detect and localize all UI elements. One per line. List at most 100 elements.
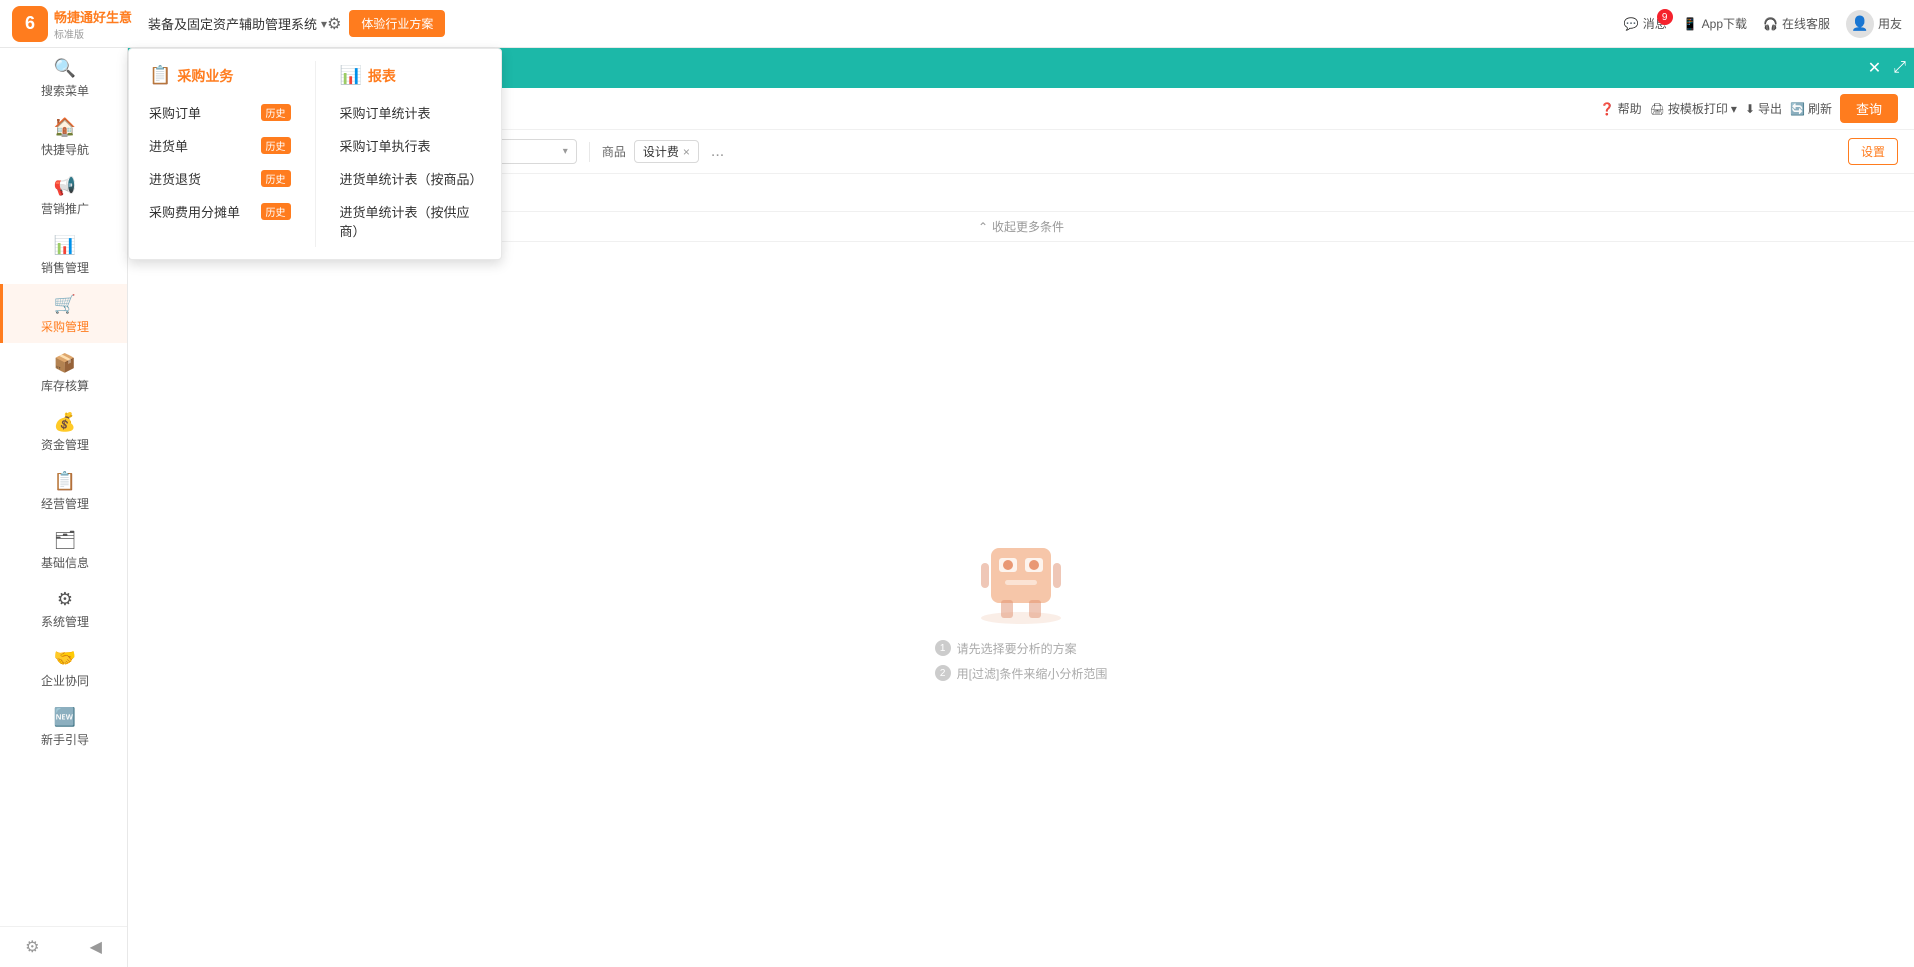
headset-icon: 🎧	[1763, 17, 1778, 31]
goods-dots[interactable]: ...	[711, 143, 724, 161]
app-download-btn[interactable]: 📱 App下载	[1683, 15, 1747, 32]
sidebar-label-inventory: 库存核算	[41, 377, 89, 394]
app-download-label: App下载	[1702, 15, 1747, 32]
refresh-label: 刷新	[1808, 100, 1832, 117]
message-btn[interactable]: 💬 消息 9	[1624, 15, 1667, 32]
sidebar-label-system: 系统管理	[41, 613, 89, 630]
sidebar-item-enterprise[interactable]: 🤝 企业协同	[0, 638, 127, 697]
set-btn[interactable]: 设置	[1848, 138, 1898, 165]
sidebar-label-sales: 销售管理	[41, 259, 89, 276]
refresh-btn[interactable]: 🔄 刷新	[1790, 100, 1832, 117]
step-2-dot: 2	[935, 665, 951, 681]
collapse-label: 收起更多条件	[992, 218, 1064, 235]
logo-icon: 6	[12, 6, 48, 42]
menu-section-purchase-label: 采购业务	[177, 66, 233, 86]
sidebar-item-basic-info[interactable]: 🗂 基础信息	[0, 520, 127, 579]
menu-item-order-stat[interactable]: 采购订单统计表	[332, 96, 490, 129]
sales-icon: 📊	[54, 235, 76, 256]
menu-item-receipt-stat-supplier[interactable]: 进货单统计表（按供应商）	[332, 195, 490, 247]
sidebar-label-enterprise: 企业协同	[41, 672, 89, 689]
query-actions: 设置	[1848, 138, 1898, 165]
sidebar-item-inventory[interactable]: 📦 库存核算	[0, 343, 127, 402]
sidebar-item-marketing[interactable]: 📢 营销推广	[0, 166, 127, 225]
order-stat-label: 采购订单统计表	[340, 103, 482, 122]
sidebar-item-finance[interactable]: 💰 资金管理	[0, 402, 127, 461]
collapse-btn[interactable]: ⌃ 收起更多条件	[978, 218, 1064, 235]
purchase-receipt-label: 进货单	[149, 136, 255, 155]
search-icon: 🔍	[54, 58, 76, 79]
sidebar-item-purchase[interactable]: 🛒 采购管理	[0, 284, 127, 343]
settings-icon-btn[interactable]: ⚙	[327, 14, 341, 34]
help-btn[interactable]: ❓ 帮助	[1600, 100, 1642, 117]
voucher-status-arrow: ▾	[563, 146, 568, 157]
receipt-stat-supplier-label: 进货单统计表（按供应商）	[340, 202, 482, 240]
query-btn[interactable]: 查询	[1840, 94, 1898, 123]
tab-window-close-btn[interactable]: ✕	[1868, 58, 1881, 78]
print-label: 按模板打印	[1668, 100, 1728, 117]
menu-item-purchase-order[interactable]: 采购订单 历史	[141, 96, 299, 129]
purchase-receipt-badge: 历史	[261, 137, 291, 154]
divider2	[589, 142, 590, 162]
sidebar-item-guide[interactable]: 🆕 新手引导	[0, 697, 127, 756]
menu-item-receipt-stat-goods[interactable]: 进货单统计表（按商品）	[332, 162, 490, 195]
print-icon: 🖨	[1650, 102, 1665, 116]
user-btn[interactable]: 👤 用友	[1846, 10, 1902, 38]
message-icon: 💬	[1624, 17, 1639, 31]
sidebar-item-search[interactable]: 🔍 搜索菜单	[0, 48, 127, 107]
sidebar-item-sales[interactable]: 📊 销售管理	[0, 225, 127, 284]
avatar: 👤	[1846, 10, 1874, 38]
logo-text: 畅捷通好生意 标准版	[54, 7, 132, 41]
system-title-area: 装备及固定资产辅助管理系统 ▾ ⚙ 体验行业方案	[148, 10, 445, 37]
menu-item-purchase-return[interactable]: 进货退货 历史	[141, 162, 299, 195]
empty-steps: 1 请先选择要分析的方案 2 用[过滤]条件来缩小分析范围	[935, 640, 1108, 682]
sidebar-item-operation[interactable]: 📋 经营管理	[0, 461, 127, 520]
empty-illustration	[961, 528, 1081, 628]
goods-label: 商品	[602, 143, 626, 160]
report-section-icon: 📊	[340, 65, 362, 86]
menu-section-report-title: 📊 报表	[332, 61, 490, 96]
export-label: 导出	[1758, 100, 1782, 117]
purchase-return-label: 进货退货	[149, 169, 255, 188]
menu-section-purchase-title: 📋 采购业务	[141, 61, 299, 96]
goods-tag-close-btn[interactable]: ×	[683, 145, 690, 159]
sidebar-item-system[interactable]: ⚙ 系统管理	[0, 579, 127, 638]
collapse-up-icon: ⌃	[978, 220, 988, 234]
menu-section-report-label: 报表	[368, 66, 396, 86]
toolbar-right: ❓ 帮助 🖨 按模板打印 ▾ ⬇ 导出 🔄 刷新	[1600, 94, 1898, 123]
industry-btn[interactable]: 体验行业方案	[349, 10, 445, 37]
top-bar: 6 畅捷通好生意 标准版 装备及固定资产辅助管理系统 ▾ ⚙ 体验行业方案 💬 …	[0, 0, 1914, 48]
refresh-icon: 🔄	[1790, 102, 1805, 116]
sidebar-label-operation: 经营管理	[41, 495, 89, 512]
sidebar-settings-btn[interactable]: ⚙	[25, 937, 39, 957]
export-icon: ⬇	[1745, 102, 1755, 116]
sidebar-label-basic-info: 基础信息	[41, 554, 89, 571]
online-service-btn[interactable]: 🎧 在线客服	[1763, 15, 1830, 32]
print-arrow: ▾	[1731, 102, 1737, 116]
help-label: 帮助	[1618, 100, 1642, 117]
empty-state: 1 请先选择要分析的方案 2 用[过滤]条件来缩小分析范围	[128, 242, 1914, 967]
basic-info-icon: 🗂	[54, 530, 77, 551]
purchase-icon: 🛒	[54, 294, 76, 315]
finance-icon: 💰	[54, 412, 76, 433]
user-label: 用友	[1878, 15, 1902, 32]
menu-item-purchase-expense[interactable]: 采购费用分摊单 历史	[141, 195, 299, 228]
empty-step-2-text: 用[过滤]条件来缩小分析范围	[957, 665, 1108, 682]
purchase-order-badge: 历史	[261, 104, 291, 121]
export-btn[interactable]: ⬇ 导出	[1745, 100, 1782, 117]
print-btn[interactable]: 🖨 按模板打印 ▾	[1650, 100, 1737, 117]
logo-area: 6 畅捷通好生意 标准版	[12, 6, 132, 42]
sidebar-label-purchase: 采购管理	[41, 318, 89, 335]
menu-item-purchase-receipt[interactable]: 进货单 历史	[141, 129, 299, 162]
menu-item-order-exec[interactable]: 采购订单执行表	[332, 129, 490, 162]
sidebar-item-quick-nav[interactable]: 🏠 快捷导航	[0, 107, 127, 166]
empty-step-2: 2 用[过滤]条件来缩小分析范围	[935, 665, 1108, 682]
menu-section-purchase: 📋 采购业务 采购订单 历史 进货单 历史 进货退货 历史 采购费用分摊单 历史	[129, 61, 311, 247]
system-icon: ⚙	[57, 589, 73, 610]
purchase-return-badge: 历史	[261, 170, 291, 187]
tab-fullscreen-btn[interactable]: ⤢	[1893, 59, 1906, 77]
sidebar-bottom: ⚙ ◀	[0, 926, 127, 967]
enterprise-icon: 🤝	[54, 648, 76, 669]
purchase-order-label: 采购订单	[149, 103, 255, 122]
sidebar-label-search: 搜索菜单	[41, 82, 89, 99]
sidebar-collapse-btn[interactable]: ◀	[90, 937, 102, 957]
